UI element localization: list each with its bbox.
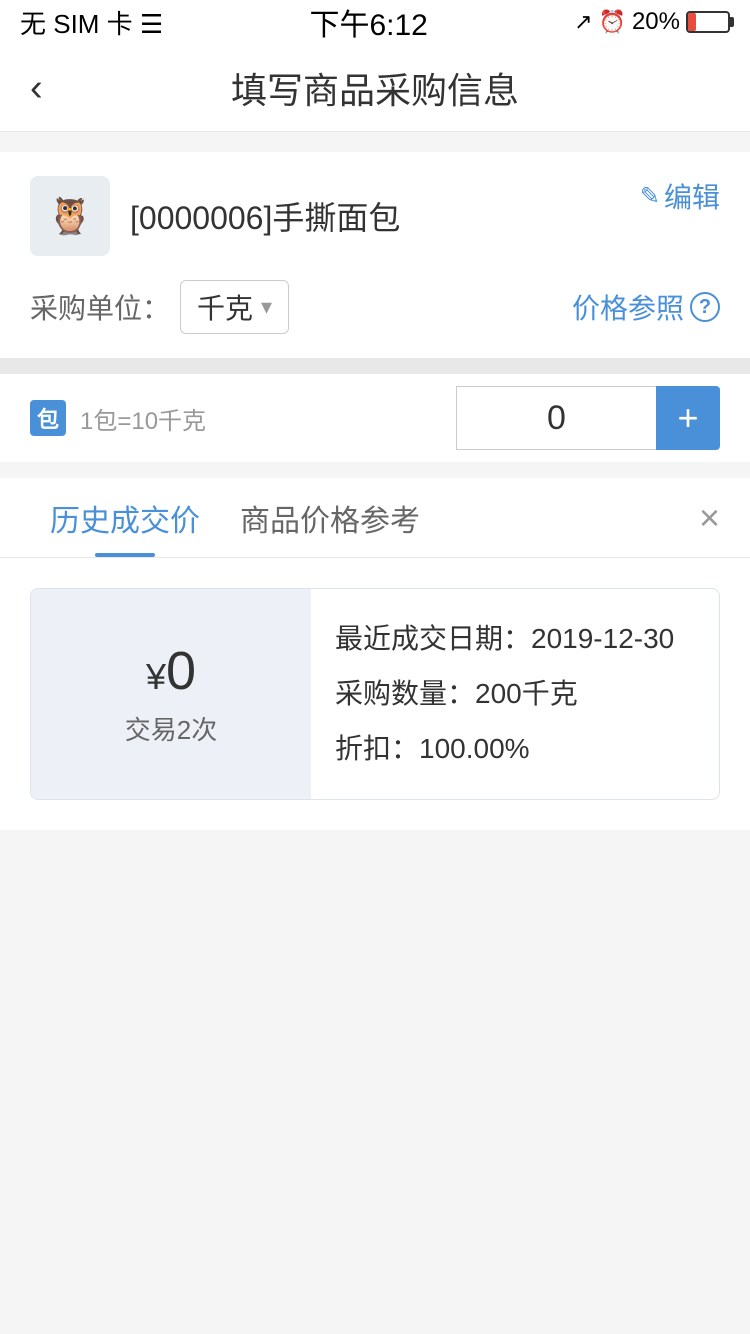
history-trades: 交易2次 [125,710,217,747]
status-bar: 无 SIM 卡 ☰ 下午6:12 ↗ ⏰ 20% [0,0,750,44]
product-unit-row: 采购单位： 千克 ▾ 价格参照 ? [30,280,720,334]
quantity-section: 包 1包=10千克 0 + [0,374,750,462]
history-price-value: 0 [166,641,196,701]
status-time: 下午6:12 [309,0,427,44]
edit-icon: ✎ [640,182,660,211]
tab-product-price-ref[interactable]: 商品价格参考 [220,478,440,557]
tab-close-button[interactable]: × [699,500,720,536]
page-title: 填写商品采购信息 [231,62,519,114]
nav-bar: ‹ 填写商品采购信息 [0,44,750,132]
product-section: 🦉 [0000006]手撕面包 ✎ 编辑 采购单位： 千克 ▾ 价格参照 ? [0,152,750,358]
history-quantity: 采购数量：200千克 [335,674,695,713]
history-card-right: 最近成交日期：2019-12-30 采购数量：200千克 折扣：100.00% [311,589,719,799]
price-ref-icon: ? [690,292,720,322]
battery-icon [686,11,730,33]
back-button[interactable]: ‹ [30,69,43,107]
location-icon: ↗ [574,9,592,35]
alarm-icon: ⏰ [599,9,626,35]
product-header: 🦉 [0000006]手撕面包 ✎ 编辑 [30,176,720,256]
status-right: ↗ ⏰ 20% [574,8,730,36]
unit-dropdown-arrow: ▾ [261,294,272,320]
status-left: 无 SIM 卡 ☰ [20,4,163,41]
product-thumbnail: 🦉 [30,176,110,256]
history-price-symbol: ¥ [146,656,166,697]
unit-selector-group: 采购单位： 千克 ▾ [30,280,289,334]
history-card: ¥0 交易2次 最近成交日期：2019-12-30 采购数量：200千克 折扣：… [30,588,720,800]
tabs-panel: 历史成交价 商品价格参考 × ¥0 交易2次 最近成交日期：2019-12-30… [0,478,750,830]
quantity-unit-icon: 包 [30,400,66,436]
tabs-header: 历史成交价 商品价格参考 × [0,478,750,558]
tab-history-price[interactable]: 历史成交价 [30,478,220,557]
product-name: [0000006]手撕面包 [130,193,400,239]
product-info-row: 🦉 [0000006]手撕面包 [30,176,400,256]
unit-label: 采购单位： [30,287,170,327]
history-discount: 折扣：100.00% [335,729,695,768]
quantity-unit-subtext: 1包=10千克 [80,401,206,436]
unit-dropdown[interactable]: 千克 ▾ [180,280,289,334]
history-card-left: ¥0 交易2次 [31,589,311,799]
quantity-input[interactable]: 0 [456,386,656,450]
history-price-display: ¥0 [146,640,196,702]
edit-button[interactable]: ✎ 编辑 [640,176,720,216]
no-sim-text: 无 SIM 卡 ☰ [20,4,163,41]
section-divider [0,358,750,374]
quantity-plus-button[interactable]: + [656,386,720,450]
quantity-unit-label: 包 1包=10千克 [30,400,206,436]
tab-content: ¥0 交易2次 最近成交日期：2019-12-30 采购数量：200千克 折扣：… [0,558,750,830]
history-last-date: 最近成交日期：2019-12-30 [335,619,695,658]
price-reference-button[interactable]: 价格参照 ? [572,287,720,327]
product-thumbnail-icon: 🦉 [48,195,93,237]
battery-percent: 20% [632,8,680,36]
quantity-controls: 0 + [456,386,720,450]
